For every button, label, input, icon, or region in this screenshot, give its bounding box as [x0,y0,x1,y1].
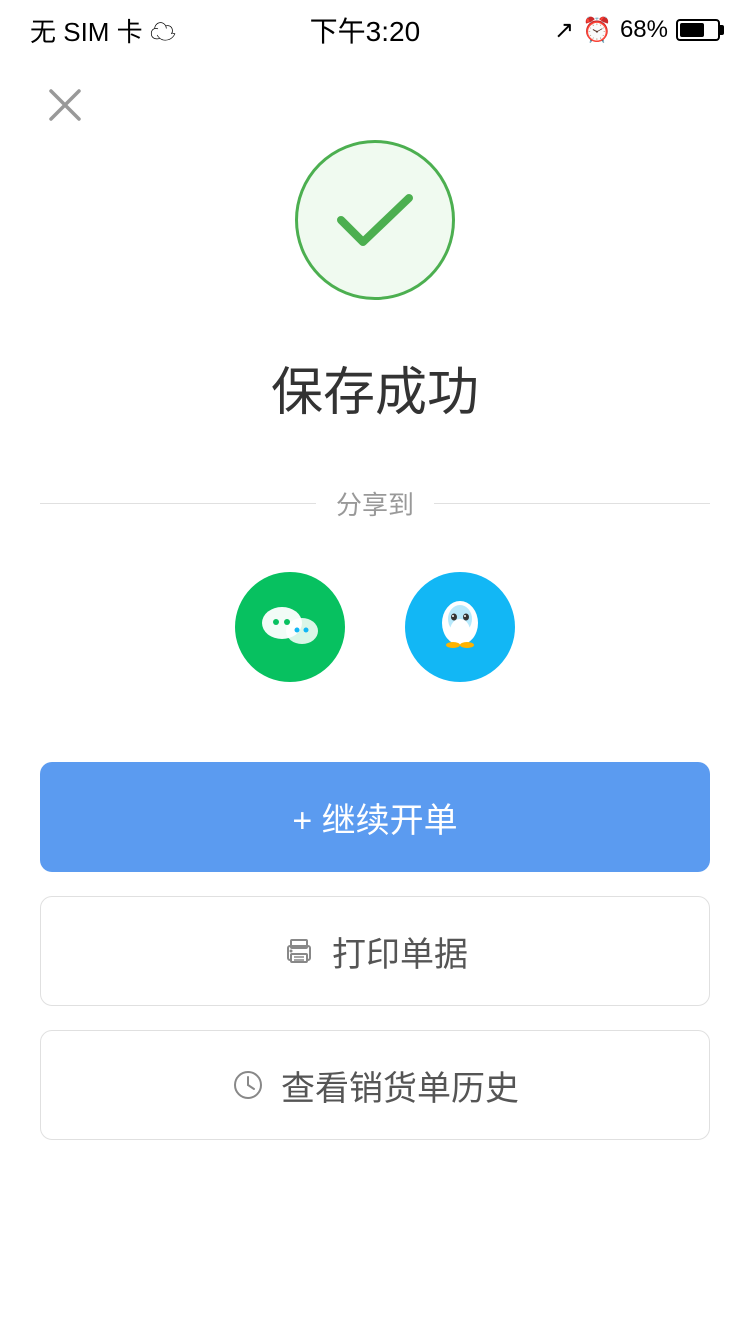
status-right: ↗ ⏰ 68% [554,16,720,45]
status-left: 无 SIM 卡 ☁ [30,12,176,49]
close-button[interactable] [40,80,90,130]
status-time: 下午3:20 [310,10,421,50]
print-icon [282,934,316,968]
battery-percent: 68% [620,16,668,44]
wechat-icon [258,595,322,659]
success-section: 保存成功 分享到 [40,60,710,1140]
location-icon: ↗ [554,16,574,45]
history-icon [231,1068,265,1102]
divider-section: 分享到 [40,485,710,522]
history-button[interactable]: 查看销货单历史 [40,1030,710,1140]
wechat-share-button[interactable] [235,572,345,682]
success-circle [295,140,455,300]
history-label: 查看销货单历史 [281,1061,519,1110]
close-icon [47,87,83,123]
print-label: 打印单据 [332,927,468,976]
buttons-section: + 继续开单 打印单据 [40,762,710,1140]
qq-share-button[interactable] [405,572,515,682]
status-bar: 无 SIM 卡 ☁ 下午3:20 ↗ ⏰ 68% [0,0,750,60]
divider-right [434,503,710,504]
success-title: 保存成功 [271,350,479,425]
check-icon [335,190,415,250]
share-icons [40,572,710,682]
main-content: 保存成功 分享到 [0,60,750,1140]
alarm-icon: ⏰ [582,16,612,45]
divider-left [40,503,316,504]
battery-container [676,19,720,41]
print-button[interactable]: 打印单据 [40,896,710,1006]
battery-fill [680,23,704,37]
continue-button[interactable]: + 继续开单 [40,762,710,872]
sim-status: 无 SIM 卡 ☁ [30,12,176,49]
share-label: 分享到 [336,485,414,522]
qq-icon [428,595,492,659]
battery-bar [676,19,720,41]
